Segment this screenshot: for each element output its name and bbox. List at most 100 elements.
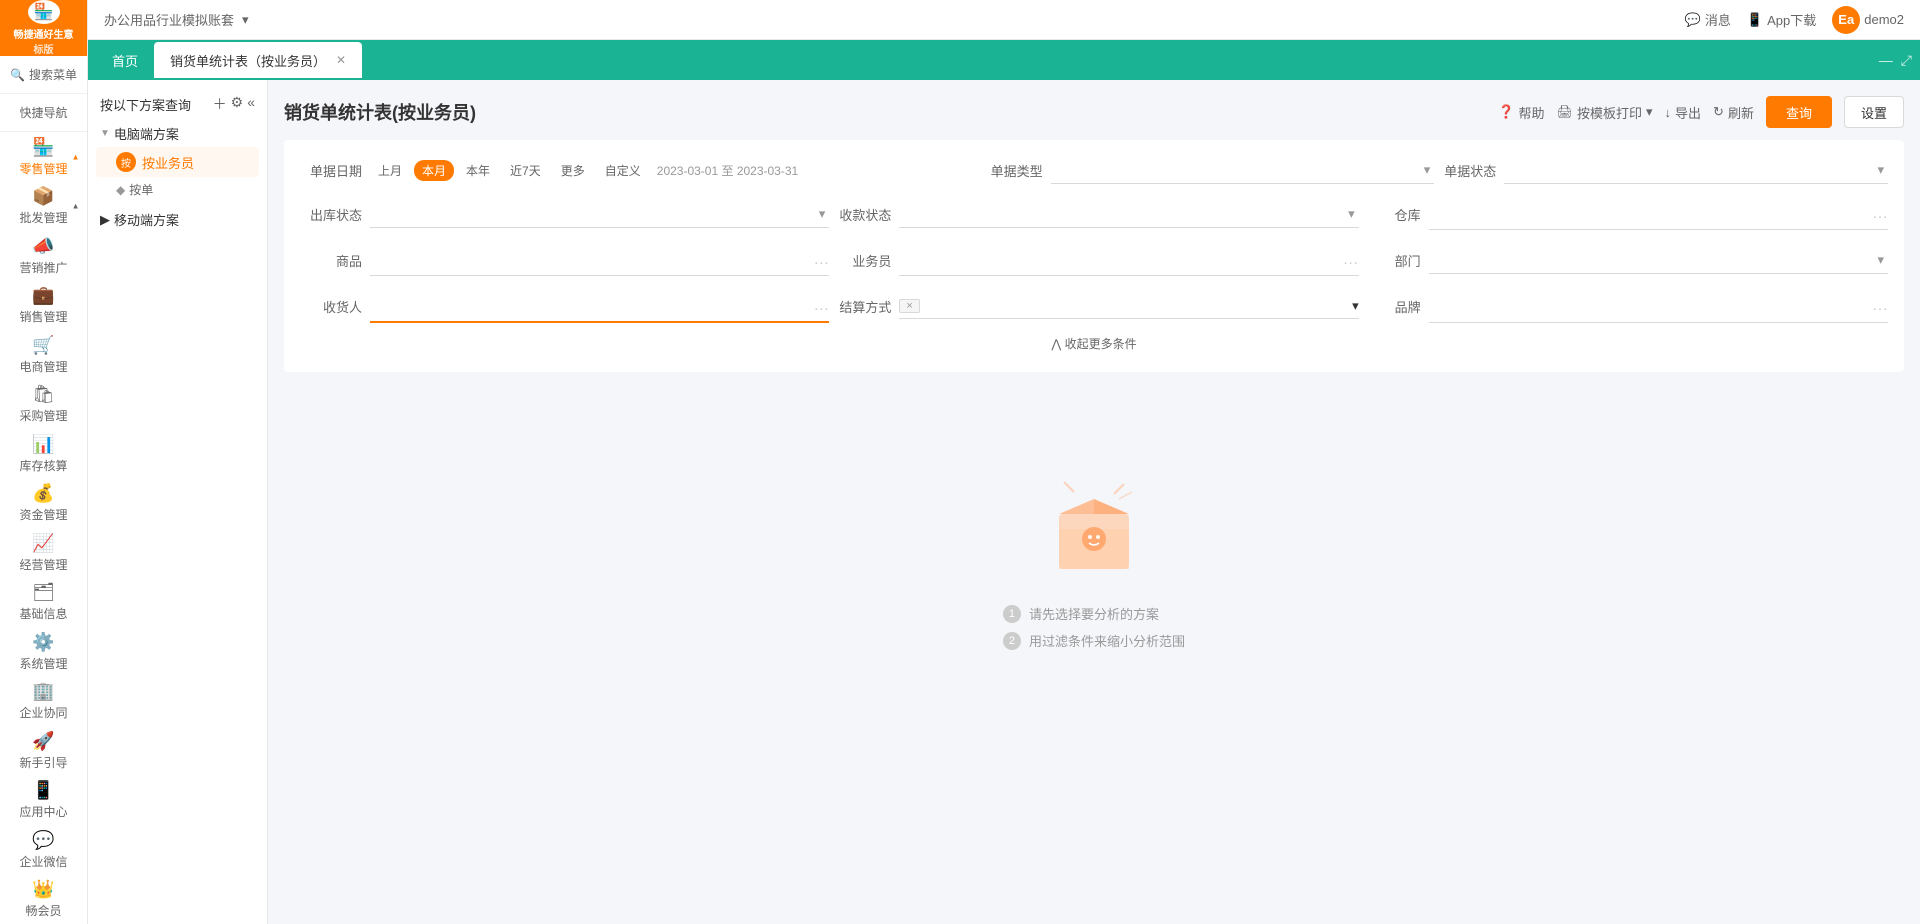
doc-type-group: 单据类型 ▾ [981,156,1435,184]
sidebar-item-newbie[interactable]: 🚀 新手引导 [0,726,88,775]
group-expand-icon: ▼ [100,128,110,139]
tab-fullscreen-icon[interactable]: ⤢ [1901,52,1912,69]
brand-label: 品牌 [1359,297,1429,316]
tab-home[interactable]: 首页 [96,42,154,78]
warehouse-group: 仓库 … [1359,198,1888,230]
empty-box-svg [1034,464,1154,584]
collapse-panel-icon[interactable]: « [247,94,255,114]
query-button[interactable]: 查询 [1766,96,1832,128]
payment-method-group: 结算方式 × ▾ [829,294,1358,319]
sidebar-item-wechat[interactable]: 💬 企业微信 [0,825,88,874]
date-btn-more[interactable]: 更多 [553,160,593,181]
warehouse-input[interactable] [1429,202,1872,225]
sidebar-item-wholesale[interactable]: 📦 批发管理 [0,182,88,231]
search-menu-btn[interactable]: 🔍 搜索菜单 [0,56,88,94]
export-btn[interactable]: ↓ 导出 [1665,103,1702,122]
receipt-status-select[interactable]: ▾ [899,200,1358,228]
message-btn[interactable]: 💬 消息 [1685,10,1731,29]
sidebar-item-ecommerce[interactable]: 🛒 电商管理 [0,330,88,379]
help-icon: ❓ [1498,104,1514,120]
sidebar-item-system[interactable]: ⚙️ 系统管理 [0,627,88,676]
date-btn-last-month[interactable]: 上月 [370,160,410,181]
department-arrow-icon: ▾ [1877,252,1884,268]
out-status-select[interactable]: ▾ [370,200,829,228]
payment-tag-close-icon[interactable]: × [906,300,912,312]
payment-method-tag: × [899,299,919,313]
sidebar-item-finance[interactable]: 💰 资金管理 [0,479,88,528]
page-title: 销货单统计表(按业务员) [284,99,476,125]
tab-close-window-icon[interactable]: — [1879,52,1893,69]
date-btn-this-month[interactable]: 本月 [414,160,454,181]
consignee-input[interactable] [370,294,813,317]
refresh-btn[interactable]: ↻ 刷新 [1713,103,1754,122]
add-scheme-icon[interactable]: ＋ [213,94,227,114]
settings-button[interactable]: 设置 [1844,96,1904,128]
goods-input[interactable] [370,248,813,271]
consignee-control: … [370,290,829,323]
empty-tip-1: 1 请先选择要分析的方案 [1003,604,1185,623]
filter-form: 单据日期 上月 本月 本年 近7天 更多 自定义 2023-03-01 至 20… [284,140,1904,372]
tab-close-icon[interactable]: ✕ [336,53,346,67]
date-label: 单据日期 [300,161,370,180]
sidebar-item-apps[interactable]: 📱 应用中心 [0,776,88,825]
basic-icon: 🗂 [32,582,55,603]
filter-row-4: 收货人 … 结算方式 × [300,290,1888,323]
tab-sales-stats[interactable]: 销货单统计表（按业务员） ✕ [154,42,362,78]
wholesale-icon: 📦 [32,186,54,207]
quick-nav-btn[interactable]: 快捷导航 [0,94,88,132]
right-panel: 销货单统计表(按业务员) ❓ 帮助 🖨 按模板打印 ▾ ↓ 导出 [268,80,1920,924]
sidebar-item-purchase[interactable]: 🛍 采购管理 [0,380,88,429]
filter-row-2: 出库状态 ▾ 收款状态 ▾ [300,198,1888,230]
tip2-text: 用过滤条件来缩小分析范围 [1029,631,1185,650]
brand-input[interactable] [1429,295,1872,318]
sidebar-item-enterprise[interactable]: 🏢 企业协同 [0,677,88,726]
scheme-by-order[interactable]: ◆ 按单 [108,177,259,202]
doc-type-select[interactable]: ▾ [1051,156,1435,184]
sidebar-item-basic[interactable]: 🗂 基础信息 [0,578,88,627]
desktop-group-header[interactable]: ▼ 电脑端方案 [96,120,259,147]
consignee-dots-icon[interactable]: … [813,297,829,315]
out-status-group: 出库状态 ▾ [300,200,829,228]
goods-dots-icon[interactable]: … [813,251,829,269]
help-btn[interactable]: ❓ 帮助 [1498,103,1544,122]
salesperson-input[interactable] [899,248,1342,271]
sidebar-item-retail[interactable]: 🏪 零售管理 [0,132,88,181]
doc-type-control: ▾ [1051,156,1435,184]
warehouse-dots-icon[interactable]: … [1872,205,1888,223]
sidebar-item-inventory[interactable]: 📊 库存核算 [0,429,88,478]
wechat-icon: 💬 [32,830,54,851]
tab-expand-actions: — ⤢ [1879,52,1912,69]
brand-control: … [1429,291,1888,323]
purchase-icon: 🛍 [32,384,55,405]
brand-dots-icon[interactable]: … [1872,297,1888,315]
date-btn-custom[interactable]: 自定义 [597,160,649,181]
left-panel: 按以下方案查询 ＋ ⚙ « ▼ 电脑端方案 按 按业务员 [88,80,268,924]
vip-icon: 👑 [32,879,54,900]
user-menu[interactable]: Ea demo2 [1832,6,1904,34]
left-panel-header: 按以下方案查询 ＋ ⚙ « [88,88,267,120]
date-btn-7days[interactable]: 近7天 [502,160,549,181]
salesperson-dots-icon[interactable]: … [1343,251,1359,269]
goods-group: 商品 … [300,244,829,276]
department-select[interactable]: ▾ [1429,246,1888,274]
tip2-num: 2 [1003,632,1021,650]
system-icon: ⚙️ [32,632,54,653]
settings-scheme-icon[interactable]: ⚙ [231,94,244,114]
out-status-control: ▾ [370,200,829,228]
sidebar-item-marketing[interactable]: 📣 营销推广 [0,231,88,280]
app-download-btn[interactable]: 📱 App下载 [1747,10,1816,29]
doc-status-select[interactable]: ▾ [1504,156,1888,184]
doc-type-label: 单据类型 [981,161,1051,180]
collapse-btn[interactable]: ⋀ 收起更多条件 [1051,337,1136,351]
scheme-by-salesperson[interactable]: 按 按业务员 [96,147,259,177]
mobile-group-header[interactable]: ▶ 移动端方案 [96,206,259,233]
sidebar-item-vip[interactable]: 👑 畅会员 [0,874,88,923]
sales-icon: 💼 [32,285,54,306]
date-btn-this-year[interactable]: 本年 [458,160,498,181]
sidebar-item-operations[interactable]: 📈 经营管理 [0,528,88,577]
sidebar-item-sales[interactable]: 💼 销售管理 [0,281,88,330]
newbie-icon: 🚀 [32,731,54,752]
breadcrumb[interactable]: 办公用品行业模拟账套 ▾ [104,10,249,29]
warehouse-control: … [1429,198,1888,230]
template-print-btn[interactable]: 🖨 按模板打印 ▾ [1556,103,1652,122]
